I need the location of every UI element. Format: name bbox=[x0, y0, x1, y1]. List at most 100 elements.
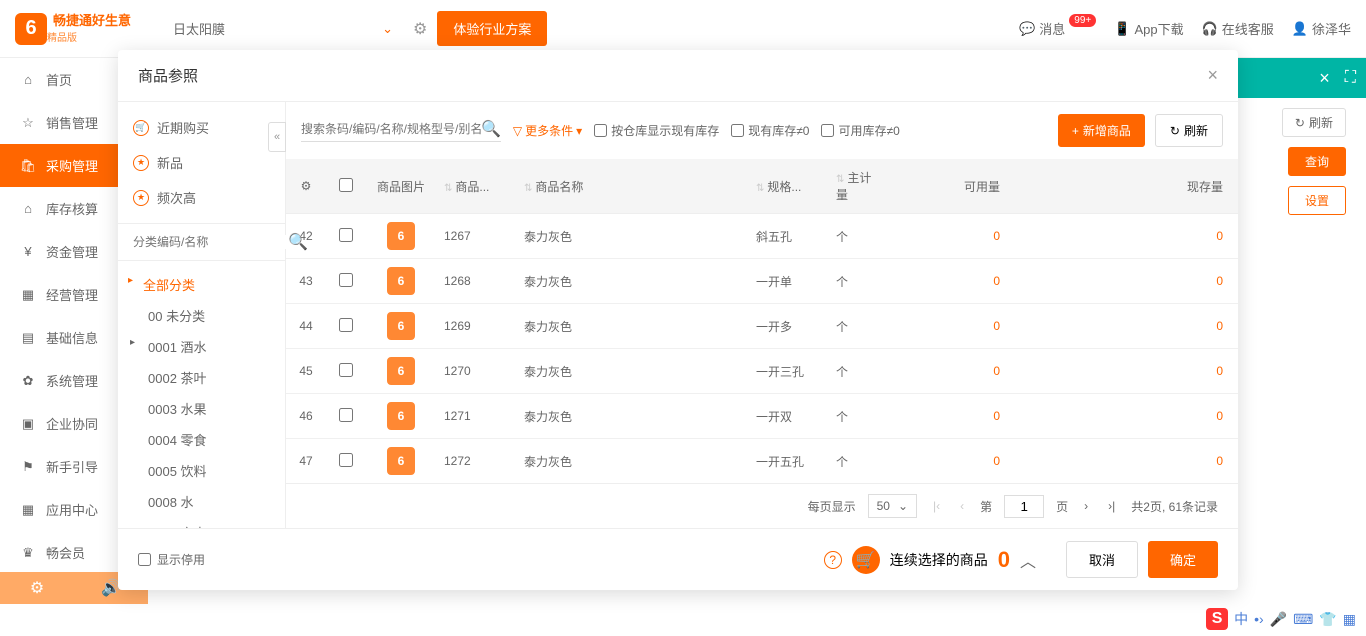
cell-unit: 个 bbox=[828, 394, 888, 439]
category-item[interactable]: 0001 酒水 bbox=[118, 331, 285, 362]
user-menu[interactable]: 👤 徐泽华 bbox=[1292, 19, 1351, 38]
row-checkbox[interactable] bbox=[339, 363, 353, 377]
col-available[interactable]: 可用量 bbox=[888, 159, 1008, 214]
add-product-button[interactable]: +新增商品 bbox=[1058, 114, 1145, 147]
table-row[interactable]: 44 6 1269 泰力灰色 一开多 个 0 0 bbox=[286, 304, 1238, 349]
row-checkbox[interactable] bbox=[339, 408, 353, 422]
col-code[interactable]: ⇅商品... bbox=[436, 159, 516, 214]
ime-mic-icon[interactable]: 🎤 bbox=[1270, 611, 1287, 628]
company-dropdown[interactable]: 日太阳膜 ⌄ bbox=[163, 19, 403, 38]
per-page-select[interactable]: 50⌄ bbox=[868, 494, 917, 518]
more-filter-button[interactable]: ▽更多条件▾ bbox=[513, 122, 582, 139]
col-gear[interactable]: ⚙ bbox=[286, 159, 326, 214]
online-service-label: 在线客服 bbox=[1222, 19, 1274, 38]
row-checkbox[interactable] bbox=[339, 228, 353, 242]
fullscreen-icon[interactable]: ⛶ bbox=[1345, 69, 1356, 87]
row-checkbox[interactable] bbox=[339, 318, 353, 332]
quick-tab-recent[interactable]: 🛒近期购买 bbox=[118, 110, 285, 145]
cell-unit: 个 bbox=[828, 304, 888, 349]
collapse-handle[interactable]: « bbox=[268, 122, 286, 152]
col-checkall[interactable] bbox=[326, 159, 366, 214]
checkbox[interactable] bbox=[594, 124, 607, 137]
category-item[interactable]: 0005 饮料 bbox=[118, 455, 285, 486]
row-checkbox[interactable] bbox=[339, 273, 353, 287]
ime-skin-icon[interactable]: 👕 bbox=[1319, 611, 1336, 628]
page-prefix: 第 bbox=[980, 498, 992, 515]
col-unit[interactable]: ⇅主计量 bbox=[828, 159, 888, 214]
col-spec[interactable]: ⇅规格... bbox=[748, 159, 828, 214]
ime-punct-icon[interactable]: •› bbox=[1254, 611, 1264, 627]
col-name[interactable]: ⇅商品名称 bbox=[516, 159, 748, 214]
page-prev-icon[interactable]: ‹ bbox=[956, 499, 968, 513]
cancel-button[interactable]: 取消 bbox=[1066, 541, 1138, 578]
product-thumb-icon: 6 bbox=[387, 357, 415, 385]
page-last-icon[interactable]: ›| bbox=[1104, 499, 1119, 513]
check-warehouse[interactable]: 按仓库显示现有库存 bbox=[594, 122, 719, 139]
search-icon[interactable]: 🔍 bbox=[481, 119, 501, 139]
show-disabled-check[interactable]: 显示停用 bbox=[138, 551, 205, 568]
checkbox[interactable] bbox=[731, 124, 744, 137]
table-row[interactable]: 47 6 1272 泰力灰色 一开五孔 个 0 0 bbox=[286, 439, 1238, 484]
quick-tab-frequent[interactable]: ★频次高 bbox=[118, 180, 285, 215]
cell-name: 泰力灰色 bbox=[516, 349, 748, 394]
checkbox[interactable] bbox=[821, 124, 834, 137]
bg-settings-button[interactable]: 设置 bbox=[1288, 186, 1346, 215]
ime-grid-icon[interactable]: ▦ bbox=[1343, 611, 1356, 628]
quick-tab-new[interactable]: ★新品 bbox=[118, 145, 285, 180]
cell-name: 泰力灰色 bbox=[516, 259, 748, 304]
page-next-icon[interactable]: › bbox=[1080, 499, 1092, 513]
app-download-button[interactable]: 📱 App下载 bbox=[1114, 19, 1183, 38]
confirm-button[interactable]: 确定 bbox=[1148, 541, 1218, 578]
gear-icon[interactable]: ⚙ bbox=[403, 19, 437, 39]
product-search-input[interactable] bbox=[301, 122, 481, 136]
ime-logo-icon[interactable]: S bbox=[1206, 608, 1228, 630]
cell-spec: 一开五孔 bbox=[748, 439, 828, 484]
close-tab-icon[interactable]: × bbox=[1319, 68, 1330, 89]
sidebar-item-label: 企业协同 bbox=[46, 414, 98, 433]
category-item[interactable]: 0003 水果 bbox=[118, 393, 285, 424]
cell-unit: 个 bbox=[828, 214, 888, 259]
settings-button[interactable]: ⚙ bbox=[0, 572, 74, 604]
table-row[interactable]: 42 6 1267 泰力灰色 斜五孔 个 0 0 bbox=[286, 214, 1238, 259]
bg-refresh-button[interactable]: ↻刷新 bbox=[1282, 108, 1346, 137]
category-item[interactable]: 0010 家电 bbox=[118, 517, 285, 528]
ime-mode[interactable]: 中 bbox=[1234, 609, 1248, 629]
chevron-up-icon[interactable]: ︿ bbox=[1020, 548, 1036, 572]
checkbox[interactable] bbox=[138, 553, 151, 566]
help-icon[interactable]: ? bbox=[824, 551, 842, 569]
table-row[interactable]: 46 6 1271 泰力灰色 一开双 个 0 0 bbox=[286, 394, 1238, 439]
product-table: ⚙ 商品图片 ⇅商品... ⇅商品名称 ⇅规格... ⇅主计量 可用量 现存量 … bbox=[286, 159, 1238, 483]
check-avail-nonzero[interactable]: 可用库存≠0 bbox=[821, 122, 899, 139]
online-service-button[interactable]: 🎧 在线客服 bbox=[1202, 19, 1274, 38]
sidebar-item-label: 资金管理 bbox=[46, 242, 98, 261]
table-row[interactable]: 43 6 1268 泰力灰色 一开单 个 0 0 bbox=[286, 259, 1238, 304]
category-item[interactable]: 00 未分类 bbox=[118, 300, 285, 331]
check-stock-nonzero[interactable]: 现有库存≠0 bbox=[731, 122, 809, 139]
table-row[interactable]: 45 6 1270 泰力灰色 一开三孔 个 0 0 bbox=[286, 349, 1238, 394]
page-input[interactable] bbox=[1004, 495, 1044, 518]
logo[interactable]: 6 畅捷通好生意 精品版 bbox=[15, 13, 163, 45]
chevron-down-icon: ⌄ bbox=[382, 21, 393, 37]
col-image[interactable]: 商品图片 bbox=[366, 159, 436, 214]
col-stock[interactable]: 现存量 bbox=[1008, 159, 1238, 214]
category-item[interactable]: 0004 零食 bbox=[118, 424, 285, 455]
row-checkbox[interactable] bbox=[339, 453, 353, 467]
checkbox[interactable] bbox=[339, 178, 353, 192]
ime-keyboard-icon[interactable]: ⌨ bbox=[1293, 611, 1313, 628]
bg-query-button[interactable]: 查询 bbox=[1288, 147, 1346, 176]
refresh-button[interactable]: ↻刷新 bbox=[1155, 114, 1223, 147]
sort-icon: ⇅ bbox=[444, 183, 452, 194]
category-item[interactable]: 全部分类 bbox=[118, 269, 285, 300]
search-icon[interactable]: 🔍 bbox=[288, 232, 308, 252]
cell-code: 1267 bbox=[436, 214, 516, 259]
category-item[interactable]: 0008 水 bbox=[118, 486, 285, 517]
category-item[interactable]: 0002 茶叶 bbox=[118, 362, 285, 393]
messages-button[interactable]: 💬 消息 99+ bbox=[1019, 19, 1096, 38]
trial-button[interactable]: 体验行业方案 bbox=[437, 11, 547, 46]
category-search-input[interactable] bbox=[133, 235, 288, 249]
page-first-icon[interactable]: |‹ bbox=[929, 499, 944, 513]
sidebar-item-label: 应用中心 bbox=[46, 500, 98, 519]
modal-close-icon[interactable]: × bbox=[1207, 65, 1218, 86]
money-icon: ¥ bbox=[20, 244, 36, 260]
headset-icon: 🎧 bbox=[1202, 21, 1218, 37]
